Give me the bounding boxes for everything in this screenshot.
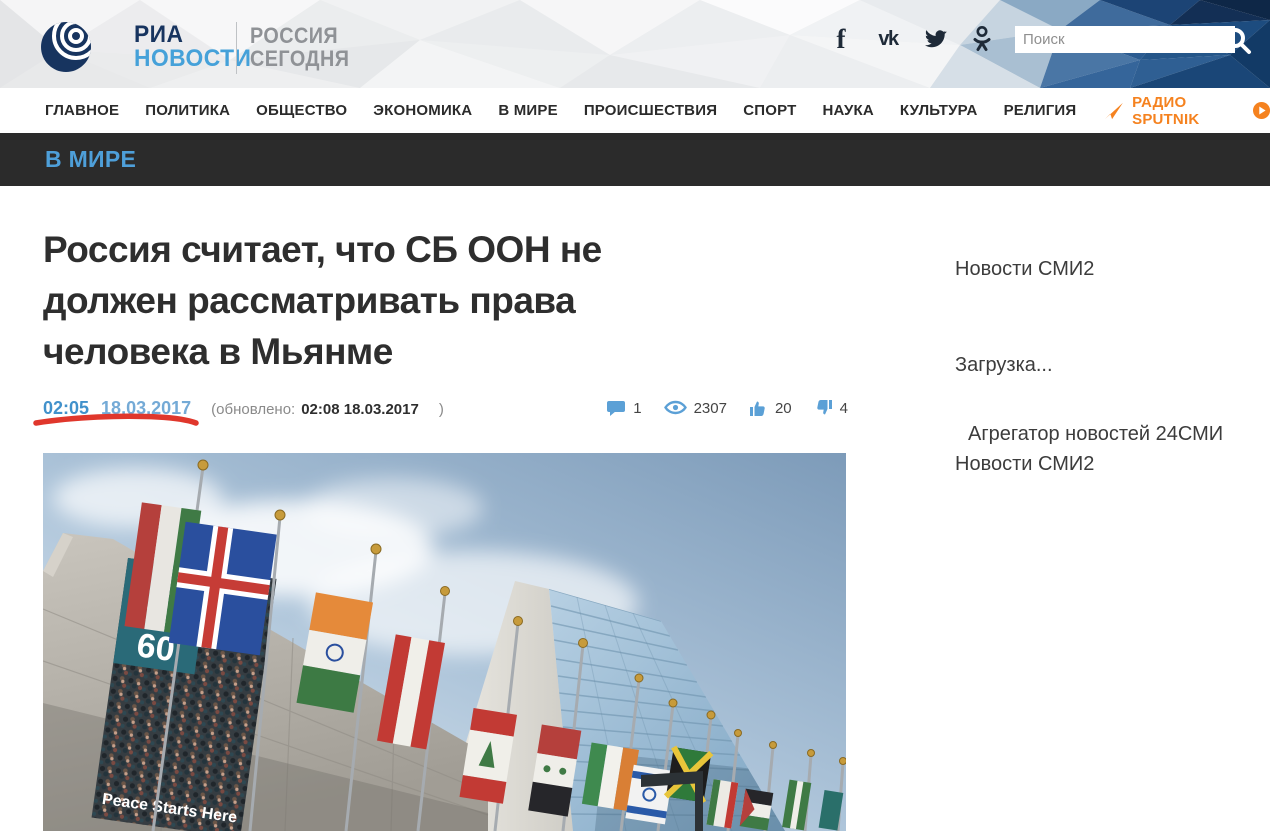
radio-flag-icon: [1105, 102, 1124, 119]
flag-iceland: [168, 521, 277, 656]
tagline-rossiya: РОССИЯ: [250, 23, 339, 48]
logo-divider: [236, 22, 237, 74]
vk-icon[interactable]: vk: [875, 24, 901, 54]
social-icons: f vk: [828, 22, 1042, 56]
nav-item-ekonomika[interactable]: ЭКОНОМИКА: [373, 102, 472, 119]
thumb-up-icon: [749, 401, 765, 416]
updated-suffix: ): [438, 401, 444, 418]
nav-item-v-mire[interactable]: В МИРЕ: [498, 102, 558, 119]
play-icon: [1252, 101, 1270, 120]
logo-tagline: РОССИЯ СЕГОДНЯ: [250, 24, 349, 70]
odnoklassniki-icon[interactable]: [969, 24, 995, 54]
title-line-2: должен рассматривать права: [43, 280, 576, 321]
updated-time: 02:08 18.03.2017: [301, 401, 419, 418]
section-bar: В МИРЕ: [0, 133, 1270, 186]
sidebar-smi2-title[interactable]: Новости СМИ2: [955, 258, 1094, 281]
radio-sputnik-label: РАДИО SPUTNIK: [1132, 93, 1200, 128]
page: РИА НОВОСТИ РОССИЯ СЕГОДНЯ f vk Поиск ГЛ…: [0, 0, 1270, 831]
publish-date: 18.03.2017: [101, 398, 192, 418]
sidebar-24smi-link[interactable]: Агрегатор новостей 24СМИ: [968, 423, 1223, 446]
logo-line-novosti: НОВОСТИ: [134, 45, 252, 72]
publish-time: 02:05: [43, 398, 90, 418]
search-icon: [1225, 28, 1251, 54]
article-stats: 1 2307 20 4: [607, 399, 848, 417]
article-meta: 02:05 18.03.2017 (обновлено: 02:08 18.03…: [43, 398, 444, 419]
ria-globe-icon: [41, 22, 91, 72]
likes-stat[interactable]: 20: [749, 399, 792, 417]
dislikes-stat[interactable]: 4: [814, 399, 848, 417]
nav-item-proisshestviya[interactable]: ПРОИСШЕСТВИЯ: [584, 102, 717, 119]
nav-item-glavnoe[interactable]: ГЛАВНОЕ: [45, 102, 119, 119]
sidebar-loading-text: Загрузка...: [955, 354, 1053, 376]
facebook-icon[interactable]: f: [828, 24, 854, 54]
sidebar-smi2-title-2[interactable]: Новости СМИ2: [955, 453, 1094, 476]
nav-item-kultura[interactable]: КУЛЬТУРА: [900, 102, 978, 119]
likes-count: 20: [774, 399, 792, 417]
section-label[interactable]: В МИРЕ: [45, 146, 136, 173]
article-photo-un-flags: UNITED NATIONS 60 Peace Starts Here: [43, 453, 846, 831]
logo-wordmark: РИА НОВОСТИ: [134, 23, 251, 71]
ria-novosti-logo[interactable]: РИА НОВОСТИ РОССИЯ СЕГОДНЯ: [40, 16, 349, 76]
title-line-3: человека в Мьянме: [43, 331, 393, 372]
article-title: Россия считает, что СБ ООН не должен рас…: [43, 224, 823, 377]
search-button[interactable]: [1222, 25, 1254, 57]
nav-item-obschestvo[interactable]: ОБЩЕСТВО: [256, 102, 347, 119]
title-line-1: Россия считает, что СБ ООН не: [43, 229, 602, 270]
radio-sputnik-link[interactable]: РАДИО SPUTNIK: [1104, 94, 1270, 128]
main-navigation: ГЛАВНОЕ ПОЛИТИКА ОБЩЕСТВО ЭКОНОМИКА В МИ…: [0, 88, 1270, 133]
updated-prefix: (обновлено:: [211, 401, 296, 418]
views-count: 2307: [693, 399, 727, 417]
nav-item-nauka[interactable]: НАУКА: [822, 102, 873, 119]
comments-stat[interactable]: 1: [606, 399, 642, 417]
nav-item-religiya[interactable]: РЕЛИГИЯ: [1004, 102, 1077, 119]
comments-count: 1: [633, 399, 642, 417]
views-stat: 2307: [663, 399, 727, 417]
twitter-icon[interactable]: [922, 24, 948, 54]
nav-item-sport[interactable]: СПОРТ: [743, 102, 796, 119]
logo-line-ria: РИА: [134, 21, 184, 48]
eye-icon: [663, 400, 687, 415]
site-header: РИА НОВОСТИ РОССИЯ СЕГОДНЯ f vk: [0, 0, 1270, 88]
nav-item-politika[interactable]: ПОЛИТИКА: [145, 102, 230, 119]
flag-palestine: [739, 788, 774, 831]
tagline-segodnya: СЕГОДНЯ: [250, 46, 350, 72]
thumb-down-icon: [816, 400, 832, 415]
comment-icon: [607, 401, 626, 416]
search-input[interactable]: [1015, 26, 1235, 53]
dislikes-count: 4: [839, 399, 848, 417]
